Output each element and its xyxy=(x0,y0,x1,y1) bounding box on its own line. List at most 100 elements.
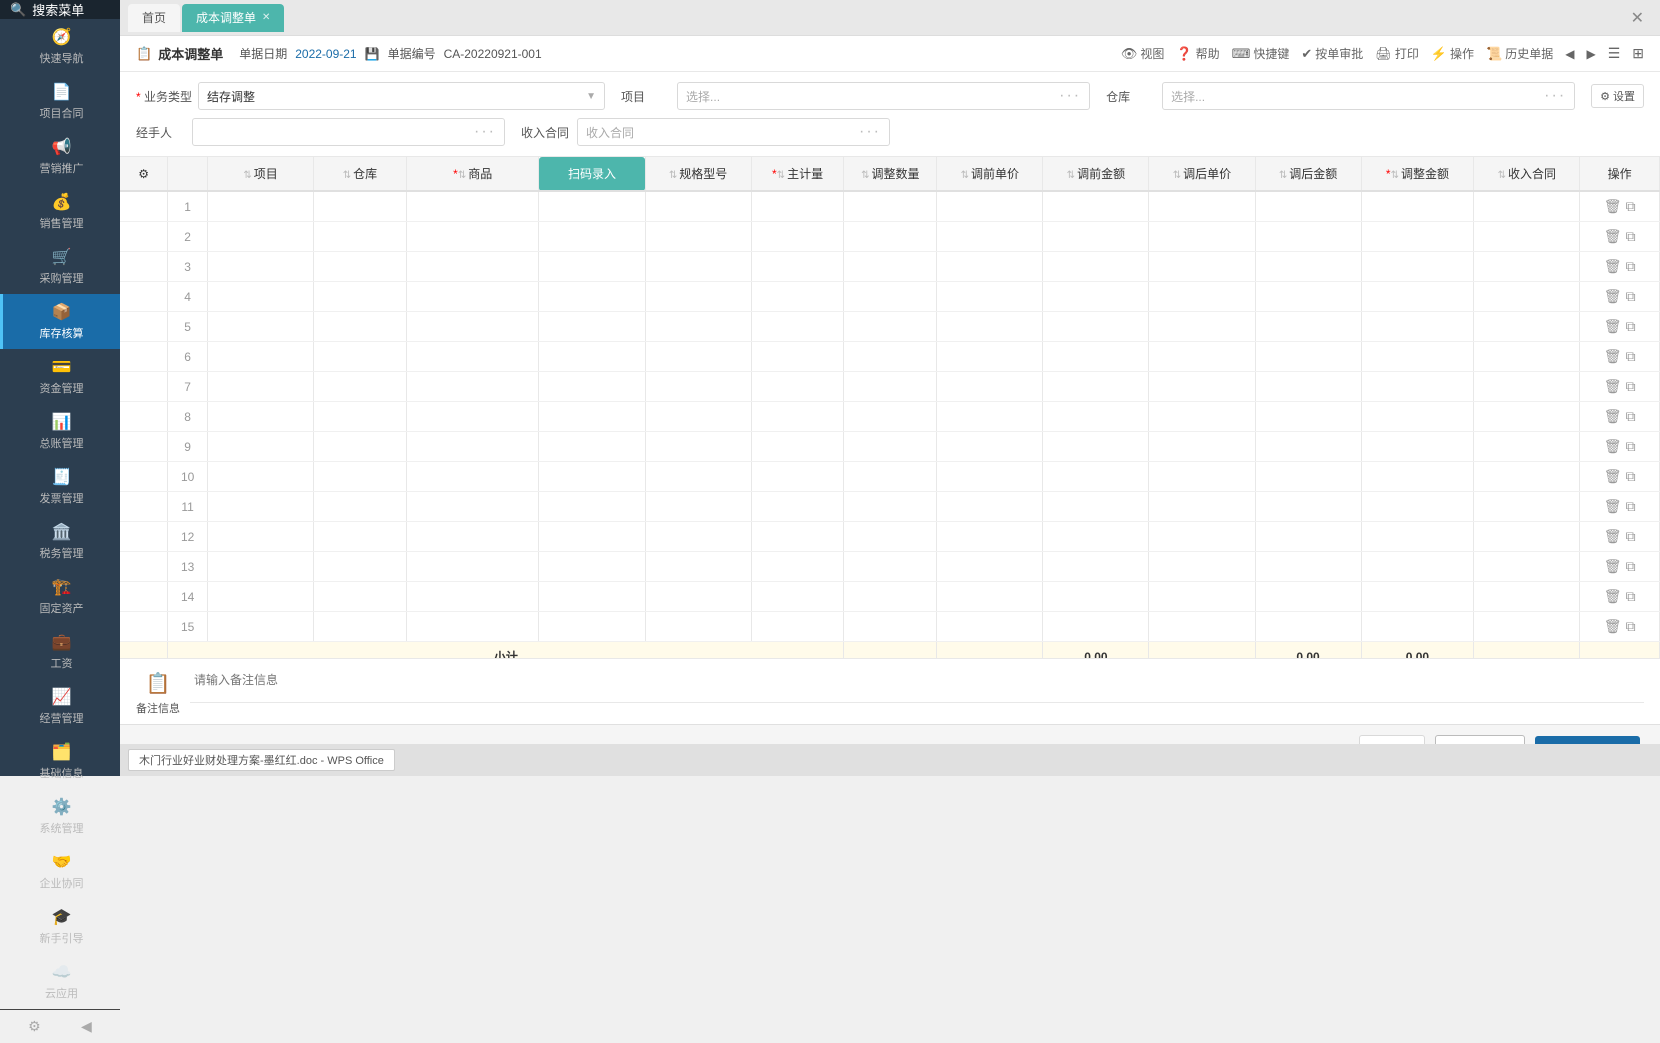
row-after-price-1[interactable] xyxy=(1149,191,1255,222)
sidebar-item-salary[interactable]: 💼工资 xyxy=(0,624,120,679)
row-delete-8[interactable]: 🗑 xyxy=(1604,408,1622,425)
row-copy-3[interactable]: ⧉ xyxy=(1626,258,1636,275)
row-income-1[interactable] xyxy=(1474,191,1580,222)
sidebar-item-base-info[interactable]: 🗂️基础信息 xyxy=(0,734,120,789)
row-qty-5[interactable] xyxy=(844,312,937,342)
row-after-price-6[interactable] xyxy=(1149,342,1255,372)
col-spec[interactable]: ⇅规格型号 xyxy=(645,157,751,191)
row-after-price-15[interactable] xyxy=(1149,612,1255,642)
sidebar-item-project-contract[interactable]: 📄项目合同 xyxy=(0,74,120,129)
row-adjust-amount-13[interactable] xyxy=(1361,552,1474,582)
row-qty-10[interactable] xyxy=(844,462,937,492)
row-spec-9[interactable] xyxy=(645,432,751,462)
row-copy-1[interactable]: ⧉ xyxy=(1626,198,1636,215)
row-qty-9[interactable] xyxy=(844,432,937,462)
row-before-amount-8[interactable] xyxy=(1043,402,1149,432)
row-copy-2[interactable]: ⧉ xyxy=(1626,228,1636,245)
row-goods-3[interactable] xyxy=(406,252,539,282)
row-copy-11[interactable]: ⧉ xyxy=(1626,498,1636,515)
col-adjust-amount[interactable]: *⇅调整金额 xyxy=(1361,157,1474,191)
row-goods-10[interactable] xyxy=(406,462,539,492)
row-goods-4[interactable] xyxy=(406,282,539,312)
row-adjust-amount-5[interactable] xyxy=(1361,312,1474,342)
col-unit[interactable]: *⇅主计量 xyxy=(751,157,844,191)
row-after-amount-15[interactable] xyxy=(1255,612,1361,642)
row-before-amount-10[interactable] xyxy=(1043,462,1149,492)
row-before-price-14[interactable] xyxy=(937,582,1043,612)
row-scan-4[interactable] xyxy=(539,282,645,312)
row-spec-1[interactable] xyxy=(645,191,751,222)
row-scan-3[interactable] xyxy=(539,252,645,282)
col-before-price[interactable]: ⇅调前单价 xyxy=(937,157,1043,191)
row-spec-10[interactable] xyxy=(645,462,751,492)
row-adjust-amount-1[interactable] xyxy=(1361,191,1474,222)
row-unit-6[interactable] xyxy=(751,342,844,372)
row-qty-6[interactable] xyxy=(844,342,937,372)
tab-home[interactable]: 首页 xyxy=(128,4,180,32)
row-delete-12[interactable]: 🗑 xyxy=(1604,528,1622,545)
row-before-price-2[interactable] xyxy=(937,222,1043,252)
row-qty-11[interactable] xyxy=(844,492,937,522)
row-warehouse-10[interactable] xyxy=(314,462,407,492)
row-project-5[interactable] xyxy=(208,312,314,342)
row-before-amount-14[interactable] xyxy=(1043,582,1149,612)
row-unit-1[interactable] xyxy=(751,191,844,222)
row-project-12[interactable] xyxy=(208,522,314,552)
row-project-11[interactable] xyxy=(208,492,314,522)
row-spec-5[interactable] xyxy=(645,312,751,342)
row-goods-13[interactable] xyxy=(406,552,539,582)
row-copy-8[interactable]: ⧉ xyxy=(1626,408,1636,425)
row-goods-12[interactable] xyxy=(406,522,539,552)
row-goods-14[interactable] xyxy=(406,582,539,612)
row-qty-1[interactable] xyxy=(844,191,937,222)
business-type-input[interactable]: 结存调整 ▼ xyxy=(198,82,605,110)
row-adjust-amount-15[interactable] xyxy=(1361,612,1474,642)
row-project-13[interactable] xyxy=(208,552,314,582)
row-after-amount-5[interactable] xyxy=(1255,312,1361,342)
view-list1[interactable]: ☰ xyxy=(1608,45,1621,62)
row-before-amount-2[interactable] xyxy=(1043,222,1149,252)
row-delete-7[interactable]: 🗑 xyxy=(1604,378,1622,395)
row-before-amount-5[interactable] xyxy=(1043,312,1149,342)
row-goods-2[interactable] xyxy=(406,222,539,252)
row-before-price-11[interactable] xyxy=(937,492,1043,522)
row-spec-11[interactable] xyxy=(645,492,751,522)
row-project-7[interactable] xyxy=(208,372,314,402)
row-unit-7[interactable] xyxy=(751,372,844,402)
row-spec-14[interactable] xyxy=(645,582,751,612)
sidebar-item-purchase-mgmt[interactable]: 🛒采购管理 xyxy=(0,239,120,294)
row-before-price-8[interactable] xyxy=(937,402,1043,432)
row-scan-1[interactable] xyxy=(539,191,645,222)
row-warehouse-12[interactable] xyxy=(314,522,407,552)
row-warehouse-6[interactable] xyxy=(314,342,407,372)
row-before-amount-6[interactable] xyxy=(1043,342,1149,372)
row-unit-13[interactable] xyxy=(751,552,844,582)
notes-input[interactable] xyxy=(190,667,1644,703)
row-project-14[interactable] xyxy=(208,582,314,612)
tab-close-icon[interactable]: ✕ xyxy=(262,12,270,23)
row-warehouse-7[interactable] xyxy=(314,372,407,402)
action-history[interactable]: 📜历史单据 xyxy=(1486,45,1553,62)
view-list2[interactable]: ⊞ xyxy=(1632,45,1644,62)
sidebar-item-sales-promotion[interactable]: 📢营销推广 xyxy=(0,129,120,184)
row-before-price-3[interactable] xyxy=(937,252,1043,282)
row-after-price-8[interactable] xyxy=(1149,402,1255,432)
settings-icon[interactable]: ⚙ xyxy=(28,1018,41,1035)
row-goods-8[interactable] xyxy=(406,402,539,432)
row-unit-8[interactable] xyxy=(751,402,844,432)
row-spec-3[interactable] xyxy=(645,252,751,282)
row-adjust-amount-6[interactable] xyxy=(1361,342,1474,372)
row-before-price-12[interactable] xyxy=(937,522,1043,552)
freeze-prev[interactable]: ◀ xyxy=(1565,47,1574,61)
row-before-price-1[interactable] xyxy=(937,191,1043,222)
row-after-price-2[interactable] xyxy=(1149,222,1255,252)
row-spec-15[interactable] xyxy=(645,612,751,642)
row-delete-13[interactable]: 🗑 xyxy=(1604,558,1622,575)
row-before-amount-12[interactable] xyxy=(1043,522,1149,552)
row-after-price-7[interactable] xyxy=(1149,372,1255,402)
action-print[interactable]: 🖨打印 xyxy=(1375,45,1419,62)
row-income-5[interactable] xyxy=(1474,312,1580,342)
row-qty-13[interactable] xyxy=(844,552,937,582)
row-scan-6[interactable] xyxy=(539,342,645,372)
action-operate[interactable]: ⚡操作 xyxy=(1431,45,1474,62)
